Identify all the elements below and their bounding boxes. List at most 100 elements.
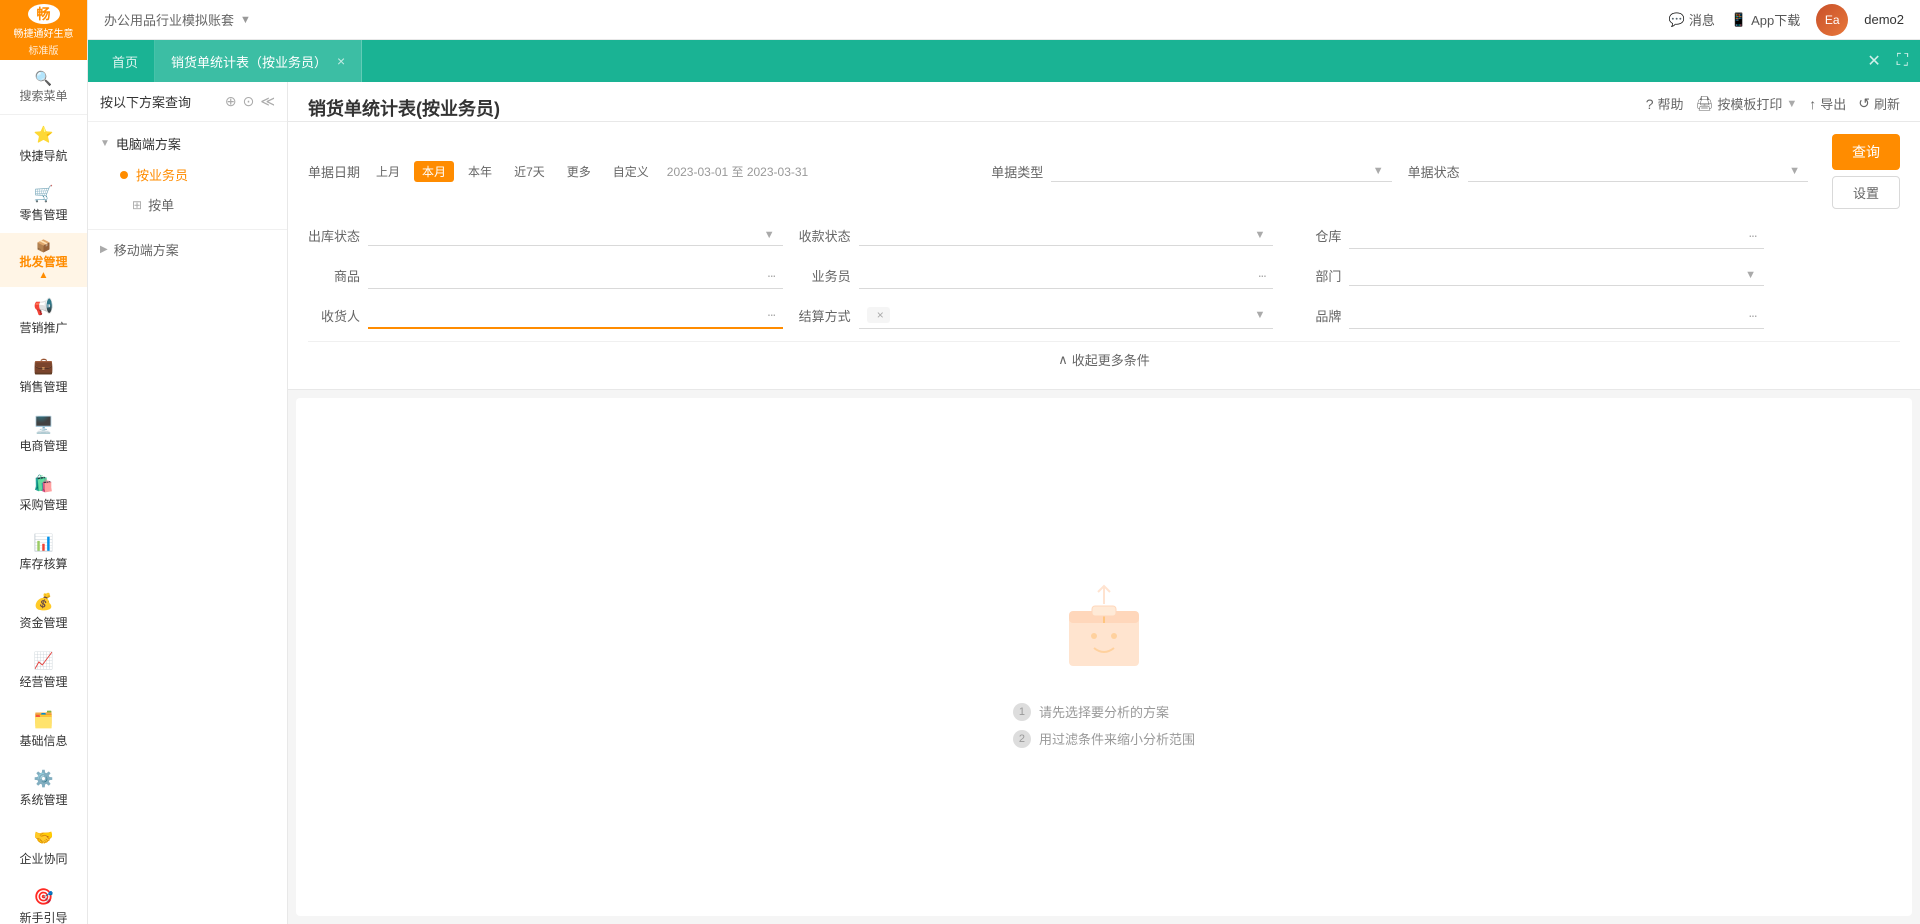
date-custom-btn[interactable]: 自定义 (605, 161, 657, 182)
sidebar-item-purchase[interactable]: 🛍️ 采购管理 (0, 464, 87, 523)
print-dropdown-icon[interactable]: ▼ (1786, 98, 1797, 110)
scheme-subchild-doc[interactable]: ⊞ 按单 (88, 190, 287, 219)
sidebar-item-marketing[interactable]: 📢 营销推广 (0, 287, 87, 346)
stock-status-select[interactable]: ▼ (368, 225, 783, 246)
purchase-label: 采购管理 (19, 496, 67, 513)
product-input[interactable]: ··· (368, 261, 783, 289)
sidebar-item-inventory[interactable]: 📊 库存核算 (0, 523, 87, 582)
doc-status-chevron-icon: ▼ (1789, 165, 1800, 177)
wholesale-icon: 📦 (36, 239, 51, 253)
sidebar-item-enterprise[interactable]: 🤝 企业协同 (0, 818, 87, 877)
print-button[interactable]: 🖨 按模板打印 ▼ (1696, 94, 1798, 113)
tab-report[interactable]: 销货单统计表（按业务员） × (155, 40, 362, 82)
doc-type-select[interactable]: ▼ (1051, 161, 1391, 182)
payment-status-chevron-icon: ▼ (1254, 229, 1265, 241)
tab-close-all-icon[interactable]: ✕ (1863, 47, 1884, 75)
sidebar-item-operations[interactable]: 📈 经营管理 (0, 641, 87, 700)
payment-status-select[interactable]: ▼ (859, 225, 1274, 246)
inventory-icon: 📊 (34, 533, 54, 553)
empty-state: 1 请先选择要分析的方案 2 用过滤条件来缩小分析范围 (296, 398, 1912, 916)
app-download-button[interactable]: 📱 App下载 (1731, 10, 1800, 29)
page-title-bar: 销货单统计表(按业务员) ? 帮助 🖨 按模板打印 ▼ ↑ 导出 (288, 82, 1920, 122)
brand-more-icon[interactable]: ··· (1748, 307, 1756, 323)
date-current-year-btn[interactable]: 本年 (460, 161, 500, 182)
settlement-input[interactable]: × ▼ (859, 301, 1274, 329)
breadcrumb-dropdown-icon[interactable]: ▼ (240, 14, 251, 26)
sidebar-item-retail[interactable]: 🛒 零售管理 (0, 174, 87, 233)
tab-home[interactable]: 首页 (96, 40, 155, 82)
main-area: 办公用品行业模拟账套 ▼ 💬 消息 📱 App下载 Ea demo2 首页 销货… (88, 0, 1920, 924)
date-current-month-btn[interactable]: 本月 (414, 161, 454, 182)
tab-close-button[interactable]: × (337, 54, 345, 68)
sidebar-item-finance[interactable]: 💰 资金管理 (0, 582, 87, 641)
product-more-icon[interactable]: ··· (767, 267, 775, 283)
help-button[interactable]: ? 帮助 (1646, 94, 1684, 113)
collapse-bar[interactable]: ∧ 收起更多条件 (308, 341, 1900, 377)
sidebar-item-sales[interactable]: 💼 销售管理 (0, 346, 87, 405)
scheme-parent-desktop[interactable]: ▼ 电脑端方案 (88, 128, 287, 159)
mobile-section[interactable]: ▶ 移动端方案 (88, 234, 287, 265)
export-label: 导出 (1820, 94, 1846, 113)
settings-button[interactable]: 设置 (1832, 176, 1900, 209)
scheme-child-label: 按业务员 (136, 165, 188, 184)
date-more-btn[interactable]: 更多 (559, 161, 599, 182)
warehouse-input[interactable]: ··· (1349, 221, 1764, 249)
collapse-up-icon: ∧ (1058, 352, 1068, 368)
add-scheme-icon[interactable]: ⊕ (225, 93, 237, 110)
tab-maximize-icon[interactable]: ⛶ (1893, 48, 1912, 74)
settlement-label: 结算方式 (799, 306, 851, 325)
refresh-button[interactable]: ↺ 刷新 (1858, 94, 1900, 113)
system-label: 系统管理 (19, 791, 67, 808)
scheme-child-salesperson[interactable]: 按业务员 (88, 159, 287, 190)
department-chevron-icon: ▼ (1745, 269, 1756, 281)
sidebar-search[interactable]: 🔍 搜索菜单 (0, 60, 87, 115)
scheme-expand-icon: ▼ (100, 138, 110, 149)
sidebar: 畅 畅捷通好生意 标准版 🔍 搜索菜单 ⭐ 快捷导航 🛒 零售管理 📦 批发管理… (0, 0, 88, 924)
basic-label: 基础信息 (19, 732, 67, 749)
sidebar-item-ecommerce[interactable]: 🖥️ 电商管理 (0, 405, 87, 464)
filter-row-1: 单据日期 上月 本月 本年 近7天 更多 自定义 2023-03-01 至 20… (308, 134, 1900, 209)
message-icon: 💬 (1669, 12, 1685, 28)
marketing-label: 营销推广 (19, 319, 67, 336)
query-button[interactable]: 查询 (1832, 134, 1900, 170)
doc-status-select[interactable]: ▼ (1468, 161, 1808, 182)
receiver-input[interactable]: ··· (368, 301, 783, 329)
collapse-panel-icon[interactable]: ≪ (260, 93, 275, 110)
settings-scheme-icon[interactable]: ⊙ (243, 93, 255, 110)
empty-tips: 1 请先选择要分析的方案 2 用过滤条件来缩小分析范围 (1013, 702, 1195, 748)
export-button[interactable]: ↑ 导出 (1809, 94, 1846, 113)
sidebar-quick-nav[interactable]: ⭐ 快捷导航 (0, 115, 87, 174)
page-title: 销货单统计表(按业务员) (308, 95, 500, 121)
salesperson-input[interactable]: ··· (859, 261, 1274, 289)
download-icon: 📱 (1731, 12, 1747, 28)
search-icon: 🔍 (0, 70, 87, 87)
sidebar-item-basic[interactable]: 🗂️ 基础信息 (0, 700, 87, 759)
ecommerce-label: 电商管理 (19, 437, 67, 454)
message-label: 消息 (1689, 10, 1715, 29)
ecommerce-icon: 🖥️ (34, 415, 54, 435)
message-button[interactable]: 💬 消息 (1669, 10, 1715, 29)
sidebar-item-wholesale[interactable]: 📦 批发管理 ▲ (0, 233, 87, 287)
salesperson-more-icon[interactable]: ··· (1257, 267, 1265, 283)
left-panel-icons: ⊕ ⊙ ≪ (225, 93, 275, 110)
brand-input[interactable]: ··· (1349, 301, 1764, 329)
report-tab-label: 销货单统计表（按业务员） (171, 52, 327, 71)
tip-1-number: 1 (1013, 703, 1031, 721)
settlement-clear-icon[interactable]: × (877, 308, 884, 322)
finance-icon: 💰 (34, 592, 54, 612)
print-label: 按模板打印 (1717, 94, 1782, 113)
doc-type-label: 单据类型 (991, 162, 1043, 181)
department-label: 部门 (1289, 266, 1341, 285)
tip-1-text: 请先选择要分析的方案 (1039, 702, 1169, 721)
warehouse-more-icon[interactable]: ··· (1748, 227, 1756, 243)
department-select[interactable]: ▼ (1349, 265, 1764, 286)
sidebar-item-system[interactable]: ⚙️ 系统管理 (0, 759, 87, 818)
quick-nav-label: 快捷导航 (19, 147, 67, 164)
sidebar-item-newbie[interactable]: 🎯 新手引导 (0, 877, 87, 924)
date-last7-btn[interactable]: 近7天 (506, 161, 553, 182)
user-avatar[interactable]: Ea (1816, 4, 1848, 36)
receiver-more-icon[interactable]: ··· (767, 306, 775, 322)
wholesale-label: 批发管理 (19, 253, 67, 270)
date-last-month-btn[interactable]: 上月 (368, 161, 408, 182)
retail-icon: 🛒 (34, 184, 54, 204)
